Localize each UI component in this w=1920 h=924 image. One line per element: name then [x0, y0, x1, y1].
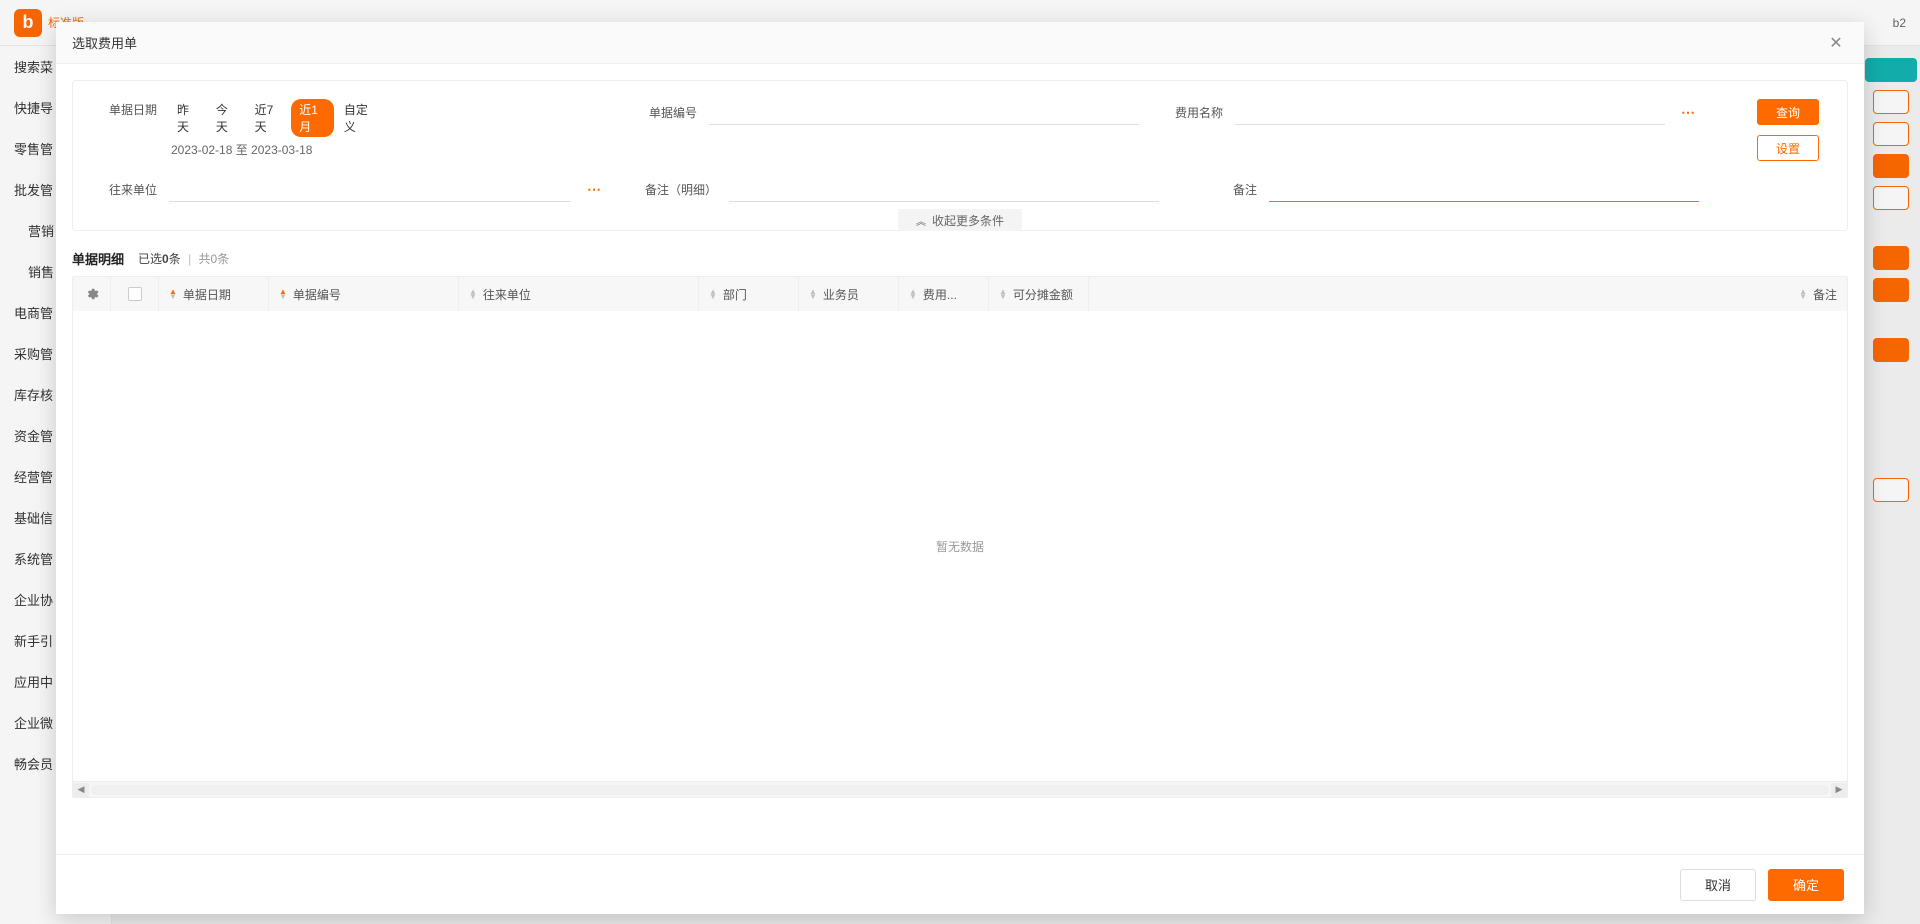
- col-header-employee[interactable]: ▲▼ 业务员: [799, 277, 899, 311]
- sort-icon: ▲▼: [709, 289, 717, 299]
- horizontal-scrollbar[interactable]: ◀ ▶: [73, 781, 1847, 797]
- filter-feename-input[interactable]: [1235, 99, 1665, 125]
- scroll-track[interactable]: [91, 785, 1829, 795]
- collapse-filters-label: 收起更多条件: [932, 212, 1004, 229]
- select-all-checkbox[interactable]: [128, 287, 142, 301]
- filter-partner-input[interactable]: [169, 176, 571, 202]
- date-preset-custom[interactable]: 自定义: [336, 99, 383, 137]
- selected-count: 已选0条 | 共0条: [138, 250, 229, 267]
- sort-icon: ▲▼: [279, 289, 287, 299]
- sort-icon: ▲▼: [909, 289, 917, 299]
- collapse-up-icon: ︽: [916, 213, 926, 228]
- collapse-filters-button[interactable]: ︽ 收起更多条件: [898, 209, 1022, 231]
- column-settings-button[interactable]: [73, 277, 111, 311]
- sort-icon: ▲▼: [169, 289, 177, 299]
- filter-date-label: 单据日期: [101, 99, 157, 118]
- ellipsis-icon: ⋯: [587, 181, 601, 197]
- filter-remark-label: 备注: [1201, 181, 1257, 198]
- date-preset-1month[interactable]: 近1月: [291, 99, 334, 137]
- date-preset-yesterday[interactable]: 昨天: [169, 99, 206, 137]
- sort-icon: ▲▼: [809, 289, 817, 299]
- sort-icon: ▲▼: [469, 289, 477, 299]
- filter-feename-label: 费用名称: [1167, 104, 1223, 121]
- sort-icon: ▲▼: [999, 289, 1007, 299]
- close-icon: ✕: [1829, 33, 1842, 53]
- ellipsis-icon: ⋯: [1681, 104, 1695, 120]
- col-header-fee[interactable]: ▲▼ 费用...: [899, 277, 989, 311]
- feename-picker-button[interactable]: ⋯: [1677, 104, 1699, 121]
- modal-title: 选取费用单: [72, 33, 137, 52]
- triangle-left-icon: ◀: [78, 784, 85, 795]
- partner-picker-button[interactable]: ⋯: [583, 181, 605, 198]
- col-header-remark[interactable]: ▲▼ 备注: [1089, 277, 1847, 311]
- triangle-right-icon: ▶: [1836, 784, 1843, 795]
- detail-title: 单据明细: [72, 249, 124, 268]
- settings-button[interactable]: 设置: [1757, 135, 1819, 161]
- col-header-amount[interactable]: ▲▼ 可分摊金额: [989, 277, 1089, 311]
- cancel-button[interactable]: 取消: [1680, 869, 1756, 901]
- confirm-button[interactable]: 确定: [1768, 869, 1844, 901]
- sort-icon: ▲▼: [1799, 289, 1807, 299]
- col-header-date[interactable]: ▲▼ 单据日期: [159, 277, 269, 311]
- filters-card: 单据日期 昨天 今天 近7天 近1月 自定义 2023-02-18 至 2023…: [72, 80, 1848, 231]
- gear-icon: [85, 287, 99, 301]
- date-preset-today[interactable]: 今天: [208, 99, 245, 137]
- modal-close-button[interactable]: ✕: [1824, 31, 1848, 55]
- col-header-code[interactable]: ▲▼ 单据编号: [269, 277, 459, 311]
- filter-code-input[interactable]: [709, 99, 1139, 125]
- scroll-left-button[interactable]: ◀: [73, 783, 89, 797]
- filter-remark-detail-input[interactable]: [729, 176, 1159, 202]
- filter-remark-detail-label: 备注（明细）: [633, 181, 717, 198]
- filter-remark-input[interactable]: [1269, 176, 1699, 202]
- col-header-dept[interactable]: ▲▼ 部门: [699, 277, 799, 311]
- filter-code-label: 单据编号: [641, 104, 697, 121]
- col-header-unit[interactable]: ▲▼ 往来单位: [459, 277, 699, 311]
- filter-partner-label: 往来单位: [101, 181, 157, 198]
- query-button[interactable]: 查询: [1757, 99, 1819, 125]
- select-fee-modal: 选取费用单 ✕ 单据日期 昨天 今天 近7天 近1月 自定义: [56, 22, 1864, 914]
- scroll-right-button[interactable]: ▶: [1831, 783, 1847, 797]
- detail-table: ▲▼ 单据日期 ▲▼ 单据编号 ▲▼ 往来单位 ▲▼ 部门 ▲▼ 业务员: [72, 276, 1848, 798]
- table-empty-text: 暂无数据: [73, 311, 1847, 781]
- date-range-text: 2023-02-18 至 2023-03-18: [169, 141, 383, 158]
- date-preset-7days[interactable]: 近7天: [247, 99, 290, 137]
